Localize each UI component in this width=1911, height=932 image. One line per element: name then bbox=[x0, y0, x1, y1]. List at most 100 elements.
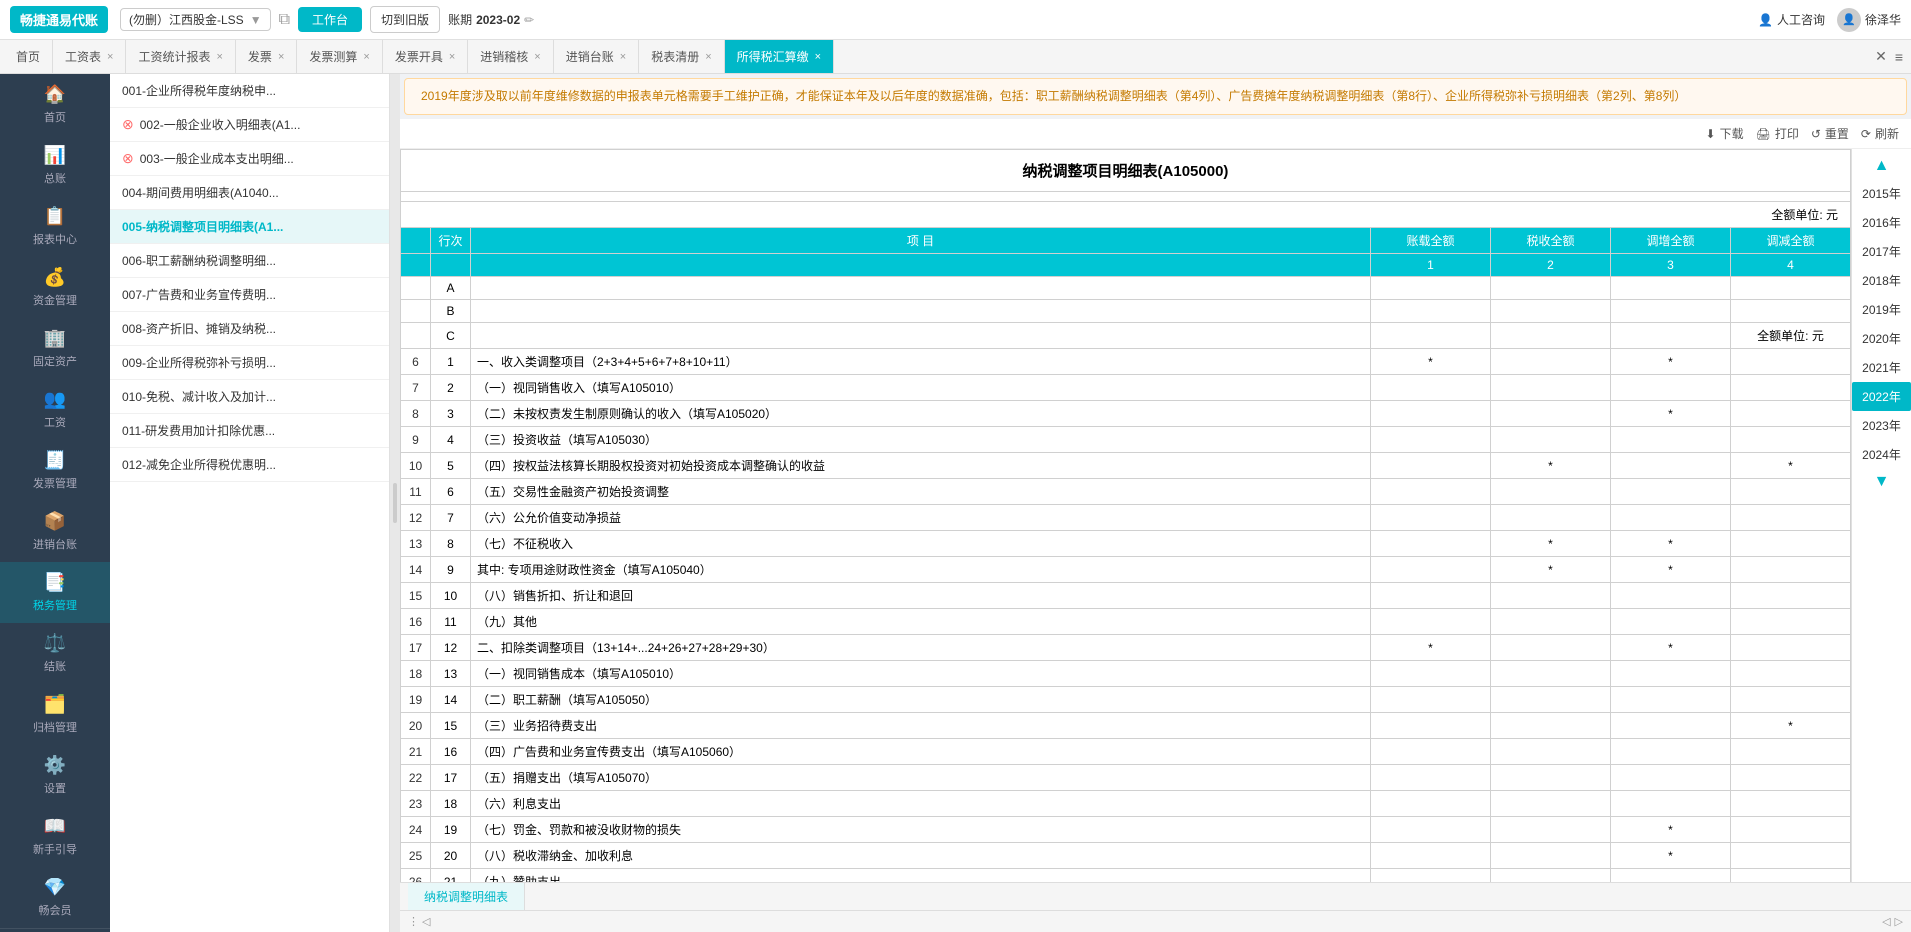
table-row[interactable]: 2318（六）利息支出 bbox=[401, 791, 1851, 817]
cell-col1[interactable] bbox=[1371, 843, 1491, 869]
cell-col4[interactable] bbox=[1731, 843, 1851, 869]
cell-col1[interactable] bbox=[1371, 300, 1491, 323]
left-panel-item[interactable]: 001-企业所得税年度纳税申... bbox=[110, 74, 389, 108]
refresh-button[interactable]: ⟳ 刷新 bbox=[1861, 125, 1899, 142]
cell-col1[interactable] bbox=[1371, 765, 1491, 791]
cell-col1[interactable] bbox=[1371, 401, 1491, 427]
year-item-2019年[interactable]: 2019年 bbox=[1852, 295, 1911, 324]
cell-col2[interactable]: * bbox=[1491, 453, 1611, 479]
cell-col1[interactable] bbox=[1371, 817, 1491, 843]
tab-close-icon[interactable]: × bbox=[107, 51, 113, 63]
cell-col4[interactable] bbox=[1731, 277, 1851, 300]
cell-col2[interactable] bbox=[1491, 843, 1611, 869]
cell-col3[interactable] bbox=[1611, 687, 1731, 713]
tab-进销稽核[interactable]: 进销稽核× bbox=[468, 40, 553, 74]
cell-col1[interactable] bbox=[1371, 739, 1491, 765]
sidebar-pin-button[interactable]: ◀◀取消固定 bbox=[0, 928, 110, 932]
sidebar-item-工资[interactable]: 👥工资 bbox=[0, 379, 110, 440]
year-item-2024年[interactable]: 2024年 bbox=[1852, 440, 1911, 469]
cell-col4[interactable] bbox=[1731, 583, 1851, 609]
cell-col3[interactable] bbox=[1611, 505, 1731, 531]
tab-发票开具[interactable]: 发票开具× bbox=[383, 40, 468, 74]
year-next-button[interactable]: ▼ bbox=[1852, 469, 1911, 495]
tab-menu-button[interactable]: ≡ bbox=[1891, 49, 1907, 65]
year-item-2017年[interactable]: 2017年 bbox=[1852, 237, 1911, 266]
copy-icon[interactable]: ⧉ bbox=[279, 11, 290, 29]
cell-col1[interactable] bbox=[1371, 323, 1491, 349]
cell-col2[interactable] bbox=[1491, 401, 1611, 427]
cell-col2[interactable] bbox=[1491, 661, 1611, 687]
table-row[interactable]: 116（五）交易性金融资产初始投资调整 bbox=[401, 479, 1851, 505]
cell-col2[interactable] bbox=[1491, 349, 1611, 375]
cell-col3[interactable] bbox=[1611, 453, 1731, 479]
tab-首页[interactable]: 首页 bbox=[4, 40, 53, 74]
sidebar-item-发票管理[interactable]: 🧾发票管理 bbox=[0, 440, 110, 501]
cell-col3[interactable]: * bbox=[1611, 843, 1731, 869]
print-button[interactable]: 🖨 打印 bbox=[1756, 125, 1799, 142]
cell-col1[interactable]: * bbox=[1371, 635, 1491, 661]
old-version-button[interactable]: 切到旧版 bbox=[370, 6, 440, 33]
sidebar-item-固定资产[interactable]: 🏢固定资产 bbox=[0, 318, 110, 379]
cell-col1[interactable] bbox=[1371, 453, 1491, 479]
cell-col4[interactable]: 全额单位: 元 bbox=[1731, 323, 1851, 349]
sidebar-item-首页[interactable]: 🏠首页 bbox=[0, 74, 110, 135]
table-row[interactable]: B bbox=[401, 300, 1851, 323]
download-button[interactable]: ⬇ 下载 bbox=[1706, 125, 1744, 142]
tab-所得税汇算缴[interactable]: 所得税汇算缴× bbox=[725, 40, 834, 74]
cell-col2[interactable] bbox=[1491, 713, 1611, 739]
sidebar-item-设置[interactable]: ⚙️设置 bbox=[0, 745, 110, 806]
left-panel-item[interactable]: 011-研发费用加计扣除优惠... bbox=[110, 414, 389, 448]
year-item-2022年[interactable]: 2022年 bbox=[1852, 382, 1911, 411]
panel-divider[interactable] bbox=[390, 74, 400, 932]
table-row[interactable]: 1510（八）销售折扣、折让和退回 bbox=[401, 583, 1851, 609]
sidebar-item-资金管理[interactable]: 💰资金管理 bbox=[0, 257, 110, 318]
tab-工资统计报表[interactable]: 工资统计报表× bbox=[126, 40, 235, 74]
company-selector[interactable]: (勿删）江西股金-LSS ▼ bbox=[120, 8, 271, 31]
tab-close-icon[interactable]: × bbox=[705, 51, 711, 63]
cell-col3[interactable] bbox=[1611, 277, 1731, 300]
cell-col2[interactable] bbox=[1491, 869, 1611, 882]
table-row[interactable]: 149其中: 专项用途财政性资金（填写A105040）** bbox=[401, 557, 1851, 583]
cell-col2[interactable] bbox=[1491, 300, 1611, 323]
cell-col1[interactable] bbox=[1371, 557, 1491, 583]
cell-col3[interactable]: * bbox=[1611, 401, 1731, 427]
cell-col1[interactable] bbox=[1371, 791, 1491, 817]
table-row[interactable]: 2419（七）罚金、罚款和被没收财物的损失* bbox=[401, 817, 1851, 843]
cell-col3[interactable] bbox=[1611, 713, 1731, 739]
year-item-2021年[interactable]: 2021年 bbox=[1852, 353, 1911, 382]
tab-close-icon[interactable]: × bbox=[449, 51, 455, 63]
table-row[interactable]: 83（二）未按权责发生制原则确认的收入（填写A105020）* bbox=[401, 401, 1851, 427]
table-row[interactable]: 1611（九）其他 bbox=[401, 609, 1851, 635]
cell-col2[interactable] bbox=[1491, 791, 1611, 817]
scroll-left-icon[interactable]: ◁ bbox=[1882, 915, 1890, 928]
cell-col3[interactable] bbox=[1611, 739, 1731, 765]
tab-close-icon[interactable]: × bbox=[620, 51, 626, 63]
cell-col3[interactable] bbox=[1611, 583, 1731, 609]
tab-close-all-button[interactable]: ✕ bbox=[1871, 48, 1891, 65]
cell-col2[interactable] bbox=[1491, 583, 1611, 609]
table-row[interactable]: 127（六）公允价值变动净损益 bbox=[401, 505, 1851, 531]
cell-col3[interactable]: * bbox=[1611, 349, 1731, 375]
table-row[interactable]: C全额单位: 元 bbox=[401, 323, 1851, 349]
cell-col1[interactable] bbox=[1371, 661, 1491, 687]
left-panel-item[interactable]: ⊗002-一般企业收入明细表(A1... bbox=[110, 108, 389, 142]
table-row[interactable]: 2015（三）业务招待费支出* bbox=[401, 713, 1851, 739]
cell-col2[interactable] bbox=[1491, 277, 1611, 300]
tab-发票[interactable]: 发票× bbox=[236, 40, 297, 74]
cell-col4[interactable] bbox=[1731, 427, 1851, 453]
cell-col4[interactable] bbox=[1731, 531, 1851, 557]
year-item-2016年[interactable]: 2016年 bbox=[1852, 208, 1911, 237]
year-item-2015年[interactable]: 2015年 bbox=[1852, 179, 1911, 208]
cell-col3[interactable] bbox=[1611, 661, 1731, 687]
cell-col3[interactable] bbox=[1611, 765, 1731, 791]
cell-col2[interactable] bbox=[1491, 375, 1611, 401]
cell-col4[interactable] bbox=[1731, 739, 1851, 765]
table-row[interactable]: 1813（一）视同销售成本（填写A105010） bbox=[401, 661, 1851, 687]
left-panel-item[interactable]: 004-期间费用明细表(A1040... bbox=[110, 176, 389, 210]
cell-col4[interactable] bbox=[1731, 817, 1851, 843]
cell-col3[interactable] bbox=[1611, 427, 1731, 453]
cell-col4[interactable] bbox=[1731, 300, 1851, 323]
table-row[interactable]: 105（四）按权益法核算长期股权投资对初始投资成本调整确认的收益** bbox=[401, 453, 1851, 479]
cell-col3[interactable]: * bbox=[1611, 531, 1731, 557]
sidebar-item-总账[interactable]: 📊总账 bbox=[0, 135, 110, 196]
